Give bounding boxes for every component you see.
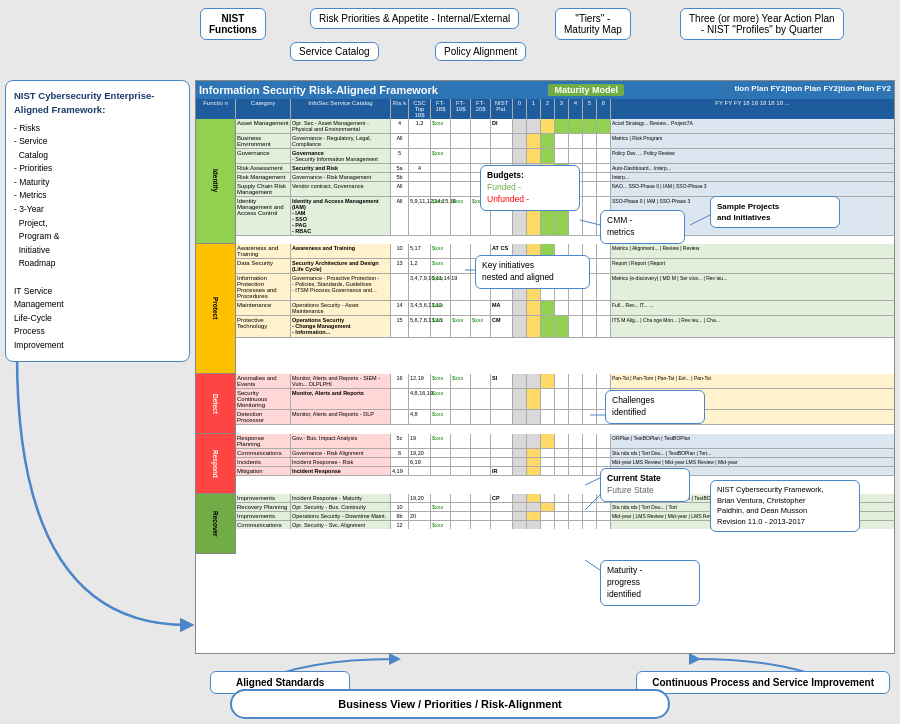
sidebar-3year: - 3-Year Project, Program & Initiative R… bbox=[14, 203, 181, 271]
table-row-protective-tech: Protective Technology Operations Securit… bbox=[236, 316, 894, 338]
table-row-resp-planning: Response Planning Gov.- Bus. Impact Anal… bbox=[236, 434, 894, 449]
continuous-process-text: Continuous Process and Service Improveme… bbox=[652, 677, 874, 688]
function-identify: Identify bbox=[196, 119, 236, 244]
table-row-security-monitoring: Security Continuous Monitoring Monitor, … bbox=[236, 389, 894, 410]
table-row-asset-mgmt: Asset Management Opr. Sec - Asset Manage… bbox=[236, 119, 894, 134]
nist-functions-label: NIST Functions bbox=[200, 8, 266, 40]
framework-title: Information Security Risk-Aligned Framew… bbox=[199, 84, 438, 96]
challenges-text: Challenges identified bbox=[612, 395, 698, 419]
budgets-callout: Budgets: Funded - Unfunded - bbox=[480, 165, 580, 211]
left-sidebar: NIST Cybersecurity Enterprise-Aligned Fr… bbox=[5, 80, 190, 362]
nist-csf-text: NIST Cybersecurity Framework, Brian Vent… bbox=[717, 485, 853, 527]
maturity-text: Maturity - progress identified bbox=[607, 565, 693, 601]
sidebar-priorities: - Priorities bbox=[14, 162, 181, 176]
maturity-model-badge: Maturity Model bbox=[548, 84, 624, 96]
budgets-title: Budgets: bbox=[487, 170, 573, 182]
cmm-callout: CMM - metrics bbox=[600, 210, 685, 244]
sidebar-risk: - Risks bbox=[14, 122, 181, 136]
future-state-text: Future State bbox=[607, 485, 683, 497]
sidebar-metrics: - Metrics bbox=[14, 189, 181, 203]
table-row-governance: Governance Governance- Security Informat… bbox=[236, 149, 894, 164]
sidebar-service-catalog: - Service Catalog bbox=[14, 135, 181, 162]
key-initiatives-callout: Key initiatives nested and aligned bbox=[475, 255, 590, 289]
sidebar-title: NIST Cybersecurity Enterprise-Aligned Fr… bbox=[14, 89, 181, 118]
sidebar-itsm: IT ServiceManagementLife-CycleProcessImp… bbox=[14, 285, 181, 353]
sample-projects-text: Sample Projects and Initiatives bbox=[717, 201, 833, 223]
sub-header: Functio n Category InfoSec Service Catal… bbox=[196, 99, 894, 119]
challenges-callout: Challenges identified bbox=[605, 390, 705, 424]
table-row-detection-proc: Detection Processor Monitor, Alerts and … bbox=[236, 410, 894, 425]
table-row-biz-env: Business Environment Governance - Regula… bbox=[236, 134, 894, 149]
nist-csf-callout: NIST Cybersecurity Framework, Brian Vent… bbox=[710, 480, 860, 532]
service-catalog-label: Service Catalog bbox=[290, 42, 379, 61]
business-view-box: Business View / Priorities / Risk-Alignm… bbox=[230, 689, 670, 719]
table-row-anomalies: Anomalies and Events Monitor, Alerts and… bbox=[236, 374, 894, 389]
sample-projects-callout: Sample Projects and Initiatives bbox=[710, 196, 840, 228]
tiers-label: "Tiers" - Maturity Map bbox=[555, 8, 631, 40]
table-row-resp-comms: Communications Governance - Risk Alignme… bbox=[236, 449, 894, 458]
table-row-maintenance: Maintenance Operations Security - Asset … bbox=[236, 301, 894, 316]
unfunded-label: Unfunded - bbox=[487, 194, 573, 206]
sidebar-maturity: - Maturity bbox=[14, 176, 181, 190]
key-initiatives-text: Key initiatives nested and aligned bbox=[482, 260, 583, 284]
function-detect: Detect bbox=[196, 374, 236, 434]
risk-priorities-label: Risk Priorities & Appetite - Internal/Ex… bbox=[310, 8, 519, 29]
continuous-process-box: Continuous Process and Service Improveme… bbox=[636, 671, 890, 694]
function-recover: Recover bbox=[196, 494, 236, 554]
table-row-incidents: Incidents Incident Response - Risk 6,19 bbox=[236, 458, 894, 467]
action-plan-header: tion Plan FY2|tion Plan FY2|tion Plan FY… bbox=[734, 84, 891, 96]
function-respond: Respond bbox=[196, 434, 236, 494]
framework-header: Information Security Risk-Aligned Framew… bbox=[196, 81, 894, 99]
funded-label: Funded - bbox=[487, 182, 573, 194]
cmm-text: CMM - metrics bbox=[607, 215, 678, 239]
main-container: NIST Functions Risk Priorities & Appetit… bbox=[0, 0, 900, 724]
aligned-standards-text: Aligned Standards bbox=[236, 677, 324, 688]
three-year-label: Three (or more) Year Action Plan - NIST … bbox=[680, 8, 844, 40]
policy-alignment-label: Policy Alignment bbox=[435, 42, 526, 61]
current-state-callout: Current State Future State bbox=[600, 468, 690, 502]
table-row-mitigation: Mitigation Incident Response 4,19 IR bbox=[236, 467, 894, 476]
table-row-detect-section: Detect Anomalies and Events Monitor, Ale… bbox=[196, 374, 894, 434]
maturity-callout: Maturity - progress identified bbox=[600, 560, 700, 606]
business-view-text: Business View / Priorities / Risk-Alignm… bbox=[338, 698, 562, 710]
function-protect: Protect bbox=[196, 244, 236, 374]
current-state-text: Current State bbox=[607, 473, 683, 485]
